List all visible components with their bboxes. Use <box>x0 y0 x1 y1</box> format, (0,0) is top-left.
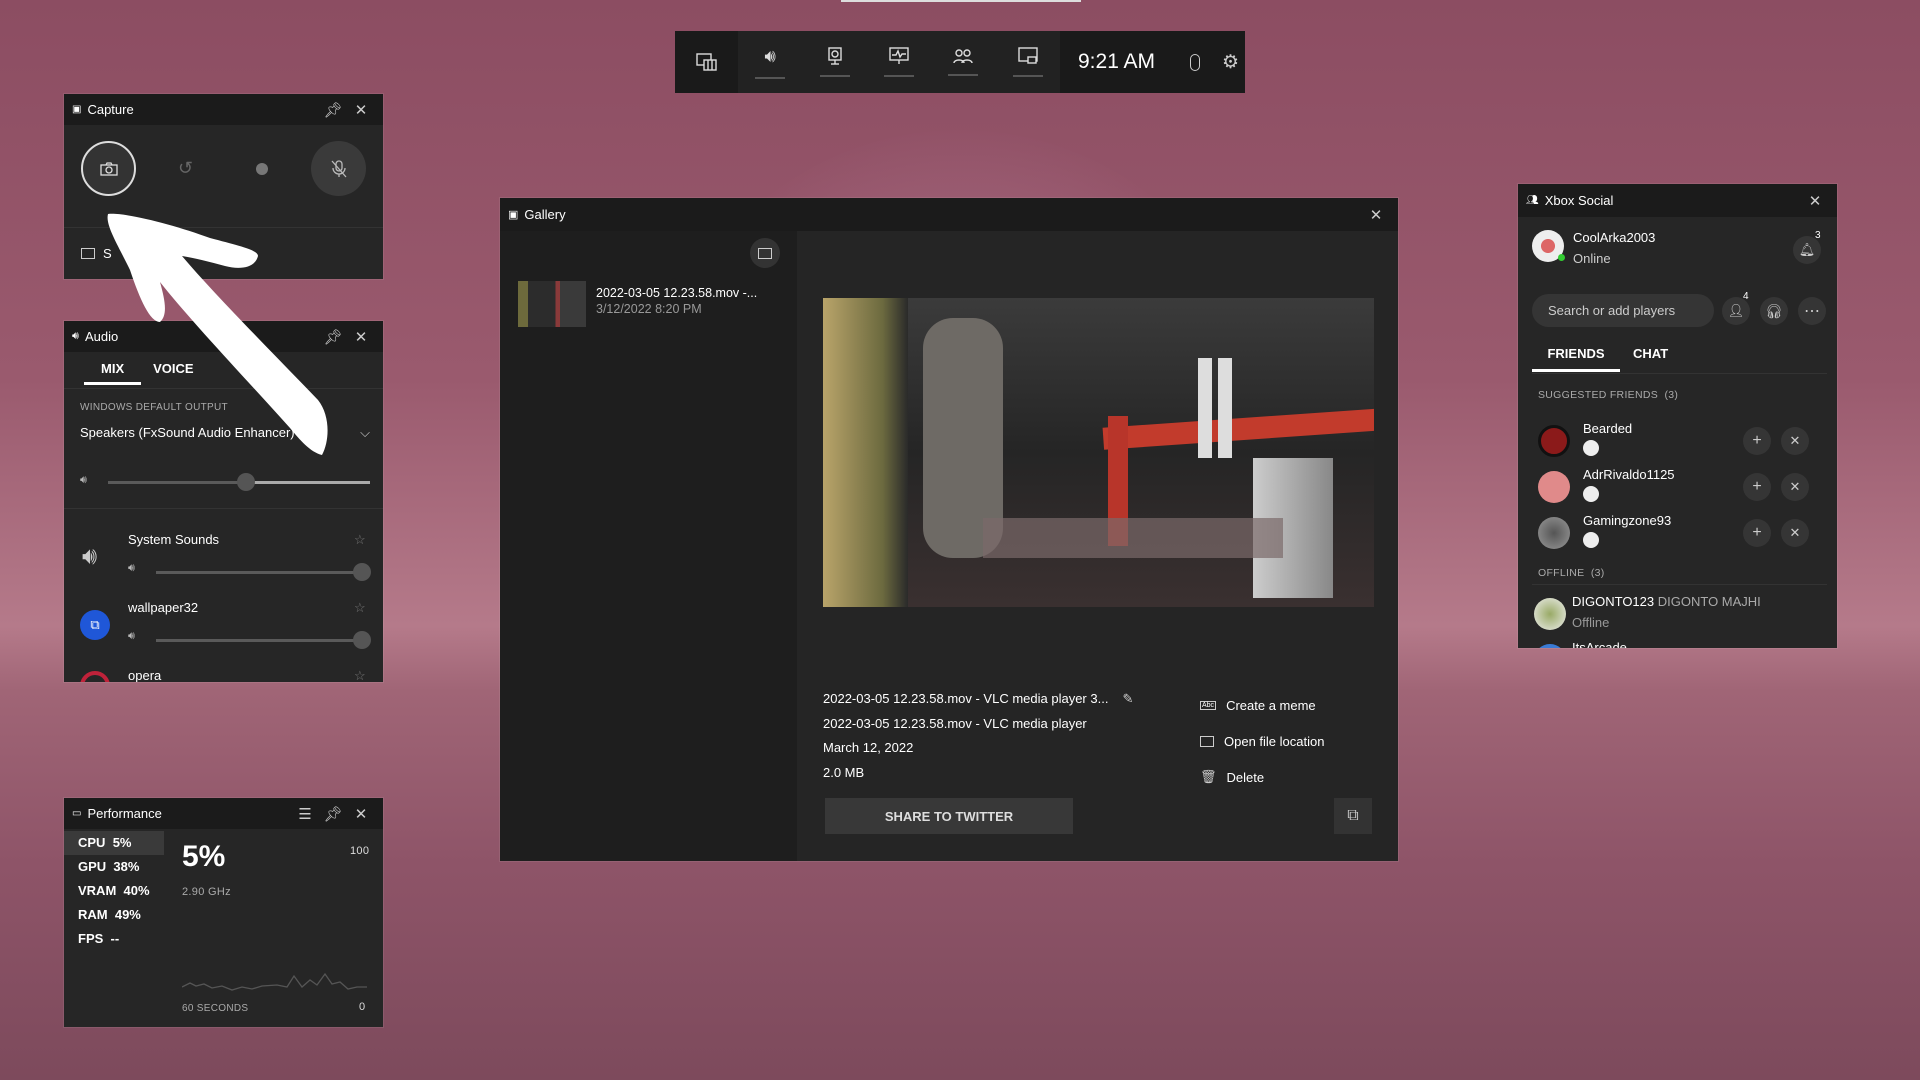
hand-drawn-arrow-annotation <box>107 213 328 455</box>
